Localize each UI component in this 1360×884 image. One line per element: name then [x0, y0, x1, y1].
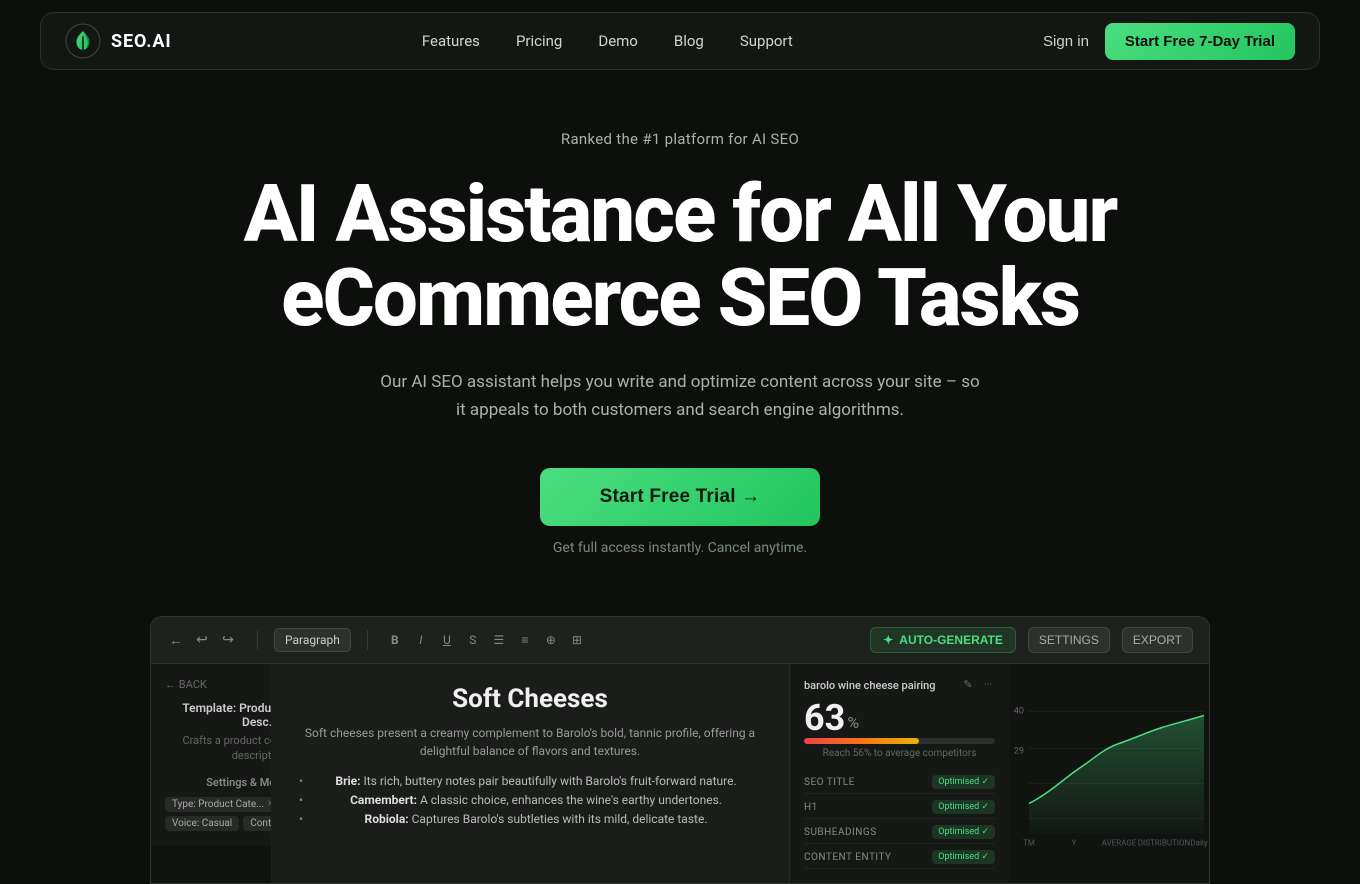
list-item-camembert: Camembert: A classic choice, enhances th… — [299, 791, 761, 810]
outer-left-panel: ← BACK Template: Product Collection Desc… — [151, 664, 271, 883]
underline-button[interactable]: U — [436, 629, 458, 651]
toolbar-nav: ← ↩ ↪ — [167, 631, 237, 649]
cta-area: Start Free Trial → Get full access insta… — [40, 468, 1320, 556]
list-item-brie: Brie: Its rich, buttery notes pair beaut… — [299, 772, 761, 791]
left-panel: ← BACK Template: Product Collection Desc… — [151, 664, 271, 845]
svg-text:29: 29 — [1014, 747, 1024, 757]
header-actions: Sign in Start Free 7-Day Trial — [1043, 23, 1295, 60]
score-number: 63 — [804, 700, 845, 736]
content-title: Soft Cheeses — [299, 684, 761, 714]
chart-svg: 40 29 — [1009, 664, 1209, 883]
app-screenshot: ← ↩ ↪ Paragraph B I U S ☰ ≡ ⊕ ⊞ — [150, 616, 1210, 884]
svg-text:DISTRIBUTION: DISTRIBUTION — [1138, 839, 1191, 848]
settings-button[interactable]: SETTINGS — [1028, 627, 1110, 653]
app-body-row: ← BACK Template: Product Collection Desc… — [151, 664, 1209, 883]
list-item-robiola: Robiola: Captures Barolo's subtleties wi… — [299, 810, 761, 829]
format-buttons: B I U S ☰ ≡ ⊕ ⊞ — [384, 629, 588, 651]
svg-text:Y: Y — [1072, 839, 1077, 848]
auto-generate-button[interactable]: ✦ AUTO-GENERATE — [870, 627, 1016, 653]
outer-right-chart: 40 29 — [1009, 664, 1209, 883]
metric-h1: H1 Optimised ✓ — [804, 796, 995, 819]
back-label[interactable]: ← BACK — [165, 678, 271, 691]
right-panel: barolo wine cheese pairing ✎ ··· 63 % Re… — [789, 664, 1009, 883]
tag-voice: Voice: Casual — [165, 816, 239, 831]
more-icon[interactable]: ··· — [981, 678, 995, 692]
export-button[interactable]: EXPORT — [1122, 627, 1193, 653]
nav-demo[interactable]: Demo — [598, 32, 638, 50]
logo-text: SEO.AI — [111, 31, 172, 52]
subheadings-status: Optimised ✓ — [932, 825, 995, 839]
wand-icon: ✦ — [883, 633, 893, 647]
hero-subtitle: Our AI SEO assistant helps you write and… — [380, 368, 980, 424]
app-toolbar: ← ↩ ↪ Paragraph B I U S ☰ ≡ ⊕ ⊞ — [151, 617, 1209, 664]
hero-title-line2: eCommerce SEO Tasks — [281, 251, 1079, 345]
start-trial-button[interactable]: Start Free 7-Day Trial — [1105, 23, 1295, 60]
nav-support[interactable]: Support — [740, 32, 793, 50]
metric-seo-title: SEO TITLE Optimised ✓ — [804, 771, 995, 794]
hero-title-line1: AI Assistance for All Your — [244, 167, 1117, 261]
list-ordered-button[interactable]: ≡ — [514, 629, 536, 651]
nav-blog[interactable]: Blog — [674, 32, 704, 50]
seo-title-label: SEO TITLE — [804, 777, 855, 788]
tag-type: Type: Product Cate... ✕ — [165, 797, 271, 812]
seo-metrics: SEO TITLE Optimised ✓ H1 Optimised ✓ SUB… — [804, 771, 995, 869]
logo-icon — [65, 23, 101, 59]
hero-title: AI Assistance for All Your eCommerce SEO… — [230, 172, 1130, 340]
content-entity-label: CONTENT ENTITY — [804, 852, 892, 863]
content-list: Brie: Its rich, buttery notes pair beaut… — [299, 772, 761, 830]
undo-icon[interactable]: ↩ — [193, 631, 211, 649]
score-suffix: % — [847, 713, 859, 732]
link-button[interactable]: ⊕ — [540, 629, 562, 651]
tags-area: Type: Product Cate... ✕ Voice: Casual Co… — [165, 797, 271, 831]
list-unordered-button[interactable]: ☰ — [488, 629, 510, 651]
template-title: Template: Product Collection Desc... — [165, 701, 271, 729]
sign-in-button[interactable]: Sign in — [1043, 33, 1089, 50]
template-desc: Crafts a product collection page descrip… — [165, 733, 271, 764]
metric-content-entity: CONTENT ENTITY Optimised ✓ — [804, 846, 995, 869]
back-arrow-icon[interactable]: ← — [167, 631, 185, 649]
redo-icon[interactable]: ↪ — [219, 631, 237, 649]
h1-status: Optimised ✓ — [932, 800, 995, 814]
cta-note: Get full access instantly. Cancel anytim… — [553, 540, 807, 556]
main-nav: Features Pricing Demo Blog Support — [422, 32, 793, 50]
bold-button[interactable]: B — [384, 629, 406, 651]
content-entity-status: Optimised ✓ — [932, 850, 995, 864]
section-label: Settings & Meta fields — [165, 776, 271, 789]
edit-icons: ✎ ··· — [961, 678, 995, 692]
tag-content: Content — [243, 816, 271, 831]
main-panel: Soft Cheeses Soft cheeses present a crea… — [271, 664, 789, 883]
svg-text:Daily: Daily — [1190, 839, 1207, 848]
screenshot-container: ← ↩ ↪ Paragraph B I U S ☰ ≡ ⊕ ⊞ — [150, 616, 1210, 884]
svg-text:40: 40 — [1014, 707, 1024, 717]
h1-label: H1 — [804, 802, 818, 813]
svg-text:AVERAGE: AVERAGE — [1102, 839, 1137, 848]
metric-subheadings: SUBHEADINGS Optimised ✓ — [804, 821, 995, 844]
svg-text:TM: TM — [1023, 839, 1035, 848]
toolbar-sep-1 — [257, 630, 258, 650]
paragraph-dropdown[interactable]: Paragraph — [274, 628, 351, 652]
seo-title-status: Optimised ✓ — [932, 775, 995, 789]
keyword-title: barolo wine cheese pairing — [804, 679, 936, 692]
hero-section: Ranked the #1 platform for AI SEO AI Ass… — [0, 0, 1360, 884]
right-header: barolo wine cheese pairing ✎ ··· — [804, 678, 995, 692]
hero-badge: Ranked the #1 platform for AI SEO — [40, 130, 1320, 148]
cta-button[interactable]: Start Free Trial → — [540, 468, 821, 526]
nav-features[interactable]: Features — [422, 32, 480, 50]
score-display: 63 % — [804, 700, 995, 736]
logo[interactable]: SEO.AI — [65, 23, 172, 59]
toolbar-sep-2 — [367, 630, 368, 650]
content-intro: Soft cheeses present a creamy complement… — [299, 724, 761, 760]
table-button[interactable]: ⊞ — [566, 629, 588, 651]
edit-icon[interactable]: ✎ — [961, 678, 975, 692]
strikethrough-button[interactable]: S — [462, 629, 484, 651]
main-header: SEO.AI Features Pricing Demo Blog Suppor… — [40, 12, 1320, 70]
nav-pricing[interactable]: Pricing — [516, 32, 562, 50]
italic-button[interactable]: I — [410, 629, 432, 651]
score-target: Reach 56% to average competitors — [804, 748, 995, 759]
subheadings-label: SUBHEADINGS — [804, 827, 877, 838]
